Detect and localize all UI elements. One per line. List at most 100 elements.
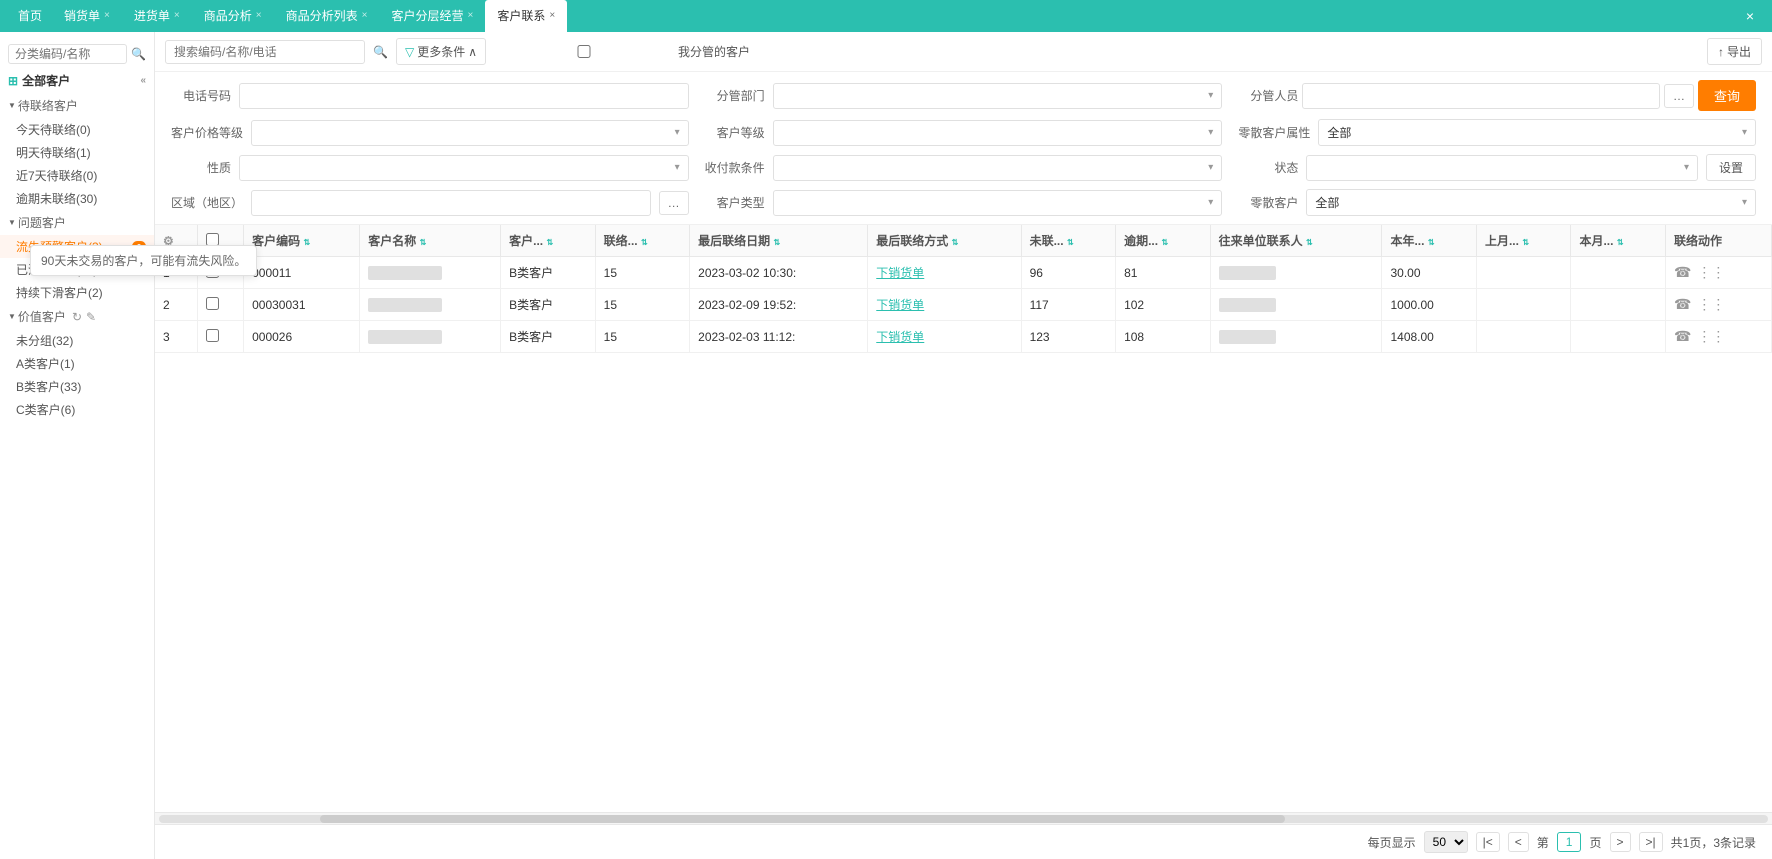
col-code[interactable]: 客户编码 ⇅: [244, 225, 360, 257]
customer-level-select[interactable]: ▾: [773, 120, 1223, 146]
row-this-month: [1571, 257, 1666, 289]
nav-tab-sales[interactable]: 销货单 ×: [52, 0, 122, 32]
zero-customer-select[interactable]: 全部▾: [1306, 189, 1756, 216]
col-contact-person[interactable]: 往来单位联系人 ⇅: [1210, 225, 1382, 257]
row-type: B类客户: [501, 289, 596, 321]
row-action-more-icon[interactable]: ⋮⋮: [1697, 328, 1725, 345]
sidebar-item-class-b[interactable]: B类客户(33): [0, 375, 154, 398]
close-tab-analysis[interactable]: ×: [256, 0, 262, 32]
manager-dots-button[interactable]: …: [1664, 84, 1694, 108]
col-last-method[interactable]: 最后联络方式 ⇅: [868, 225, 1021, 257]
sidebar-item-class-a[interactable]: A类客户(1): [0, 352, 154, 375]
status-select[interactable]: ▾: [1306, 155, 1698, 181]
sidebar-item-tomorrow-pending[interactable]: 明天待联络(1): [0, 141, 154, 164]
row-action-contact-icon[interactable]: ☎: [1674, 328, 1691, 345]
sidebar-item-today-pending[interactable]: 今天待联络(0): [0, 118, 154, 141]
row-overdue: 108: [1116, 321, 1211, 353]
collapse-icon[interactable]: «: [140, 75, 146, 86]
my-customers-checkbox-label[interactable]: 我分管的客户: [494, 43, 750, 60]
col-overdue[interactable]: 逾期... ⇅: [1116, 225, 1211, 257]
phone-input[interactable]: [239, 83, 689, 109]
sidebar-group-pending[interactable]: ▼ 待联络客户: [0, 93, 154, 118]
sidebar-group-problem[interactable]: ▼ 问题客户: [0, 210, 154, 235]
filter-bar: 🔍 ▽ 更多条件 ∧ 我分管的客户 ↑ 导出: [155, 32, 1772, 72]
sidebar-search-input[interactable]: [8, 44, 127, 64]
close-tab-analysis-list[interactable]: ×: [362, 0, 368, 32]
search-input[interactable]: [165, 40, 365, 64]
advanced-filter-panel: 电话号码 分管部门 ▾ 分管人员 … 查询 客户价格等级: [155, 72, 1772, 225]
row-name: ████: [360, 321, 501, 353]
export-button[interactable]: ↑ 导出: [1707, 38, 1762, 65]
col-this-year[interactable]: 本年... ⇅: [1382, 225, 1477, 257]
row-checkbox[interactable]: [197, 321, 243, 353]
gender-select[interactable]: ▾: [239, 155, 689, 181]
nav-tab-analysis-list[interactable]: 商品分析列表 ×: [274, 0, 380, 32]
nav-tab-purchase[interactable]: 进货单 ×: [122, 0, 192, 32]
sidebar-item-declining[interactable]: 持续下滑客户(2): [0, 281, 154, 304]
row-this-year: 1000.00: [1382, 289, 1477, 321]
nav-tab-customer-contact[interactable]: 客户联系 ×: [485, 0, 567, 32]
arrow-icon-2: ▼: [8, 218, 16, 227]
sidebar-group-value[interactable]: ▼ 价值客户 ↻ ✎: [0, 304, 154, 329]
col-actions: 联络动作: [1665, 225, 1771, 257]
col-last-month[interactable]: 上月... ⇅: [1476, 225, 1571, 257]
sidebar-all-customers[interactable]: ⊞ 全部客户 «: [0, 68, 154, 93]
col-contact-count[interactable]: 联络... ⇅: [595, 225, 690, 257]
row-name: ████: [360, 257, 501, 289]
row-last-date: 2023-03-02 10:30:: [690, 257, 868, 289]
row-last-method[interactable]: 下销货单: [868, 321, 1021, 353]
edit-icon[interactable]: ✎: [86, 310, 96, 324]
col-uncontacted[interactable]: 未联... ⇅: [1021, 225, 1116, 257]
settings-button[interactable]: 设置: [1706, 154, 1756, 181]
row-action-more-icon[interactable]: ⋮⋮: [1697, 264, 1725, 281]
row-action-contact-icon[interactable]: ☎: [1674, 296, 1691, 313]
row-last-method[interactable]: 下销货单: [868, 257, 1021, 289]
sidebar-search-icon[interactable]: 🔍: [131, 47, 146, 61]
last-page-button[interactable]: >|: [1639, 832, 1663, 852]
payment-select[interactable]: ▾: [773, 155, 1223, 181]
query-button[interactable]: 查询: [1698, 80, 1756, 111]
close-tab-customer-contact[interactable]: ×: [549, 0, 555, 32]
close-tab-customer-tier[interactable]: ×: [467, 0, 473, 32]
col-last-date[interactable]: 最后联络日期 ⇅: [690, 225, 868, 257]
row-uncontacted: 123: [1021, 321, 1116, 353]
col-name[interactable]: 客户名称 ⇅: [360, 225, 501, 257]
close-tab-purchase[interactable]: ×: [174, 0, 180, 32]
filter-row-payment: 收付款条件 ▾: [705, 154, 1223, 181]
sidebar-item-class-c[interactable]: C类客户(6): [0, 398, 154, 421]
sidebar-item-week-pending[interactable]: 近7天待联络(0): [0, 164, 154, 187]
refresh-icon[interactable]: ↻: [72, 310, 82, 324]
close-tab-sales[interactable]: ×: [104, 0, 110, 32]
nav-tab-analysis[interactable]: 商品分析 ×: [192, 0, 274, 32]
row-last-method[interactable]: 下销货单: [868, 289, 1021, 321]
col-this-month[interactable]: 本月... ⇅: [1571, 225, 1666, 257]
more-conditions-button[interactable]: ▽ 更多条件 ∧: [396, 38, 486, 65]
row-last-month: [1476, 321, 1571, 353]
price-level-select[interactable]: ▾: [251, 120, 689, 146]
row-action-more-icon[interactable]: ⋮⋮: [1697, 296, 1725, 313]
first-page-button[interactable]: |<: [1476, 832, 1500, 852]
nav-tab-customer-tier[interactable]: 客户分层经营 ×: [379, 0, 485, 32]
row-last-month: [1476, 257, 1571, 289]
region-input[interactable]: [251, 190, 651, 216]
zero-attr-select[interactable]: 全部▾: [1318, 119, 1756, 146]
row-checkbox[interactable]: [197, 289, 243, 321]
sidebar-item-overdue-pending[interactable]: 逾期未联络(30): [0, 187, 154, 210]
dept-select[interactable]: ▾: [773, 83, 1223, 109]
nav-home[interactable]: 首页: [8, 0, 52, 32]
sidebar-item-ungrouped[interactable]: 未分组(32): [0, 329, 154, 352]
search-button-icon[interactable]: 🔍: [373, 45, 388, 59]
prev-page-button[interactable]: <: [1508, 832, 1529, 852]
my-customers-checkbox[interactable]: [494, 45, 674, 58]
manager-input[interactable]: [1302, 83, 1660, 109]
per-page-select[interactable]: 50: [1424, 831, 1468, 853]
region-dots-button[interactable]: …: [659, 191, 689, 215]
col-type[interactable]: 客户... ⇅: [501, 225, 596, 257]
customer-type-select[interactable]: ▾: [773, 190, 1223, 216]
next-page-button[interactable]: >: [1610, 832, 1631, 852]
row-action-contact-icon[interactable]: ☎: [1674, 264, 1691, 281]
window-close-button[interactable]: ×: [1736, 8, 1764, 24]
horizontal-scrollbar[interactable]: [155, 812, 1772, 824]
select-all-checkbox[interactable]: [206, 233, 219, 246]
scrollbar-thumb[interactable]: [320, 815, 1285, 823]
